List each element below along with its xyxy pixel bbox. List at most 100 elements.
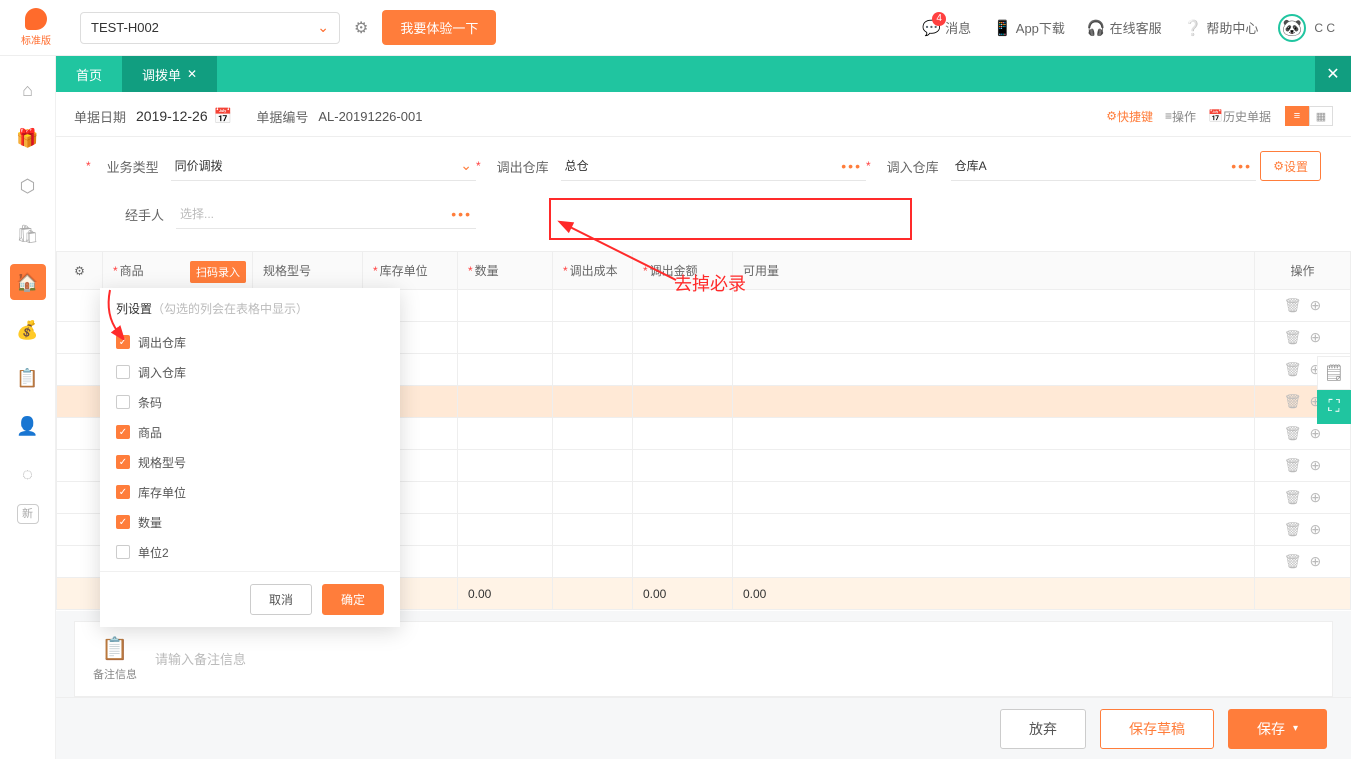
view-list-icon[interactable]: ≡: [1285, 106, 1309, 126]
tabs: 首页 调拨单 ✕ ✕: [56, 56, 1351, 92]
phone-icon: 📱: [993, 19, 1012, 37]
column-option[interactable]: ✓库存单位: [116, 477, 384, 507]
sidebar-bag-icon[interactable]: 🛍: [10, 216, 46, 252]
sidebar: ⌂ 🎁 ⬡ 🛍 🏠 💰 📋 👤 ◌ 新: [0, 56, 56, 759]
in-wh-label: 调入仓库: [875, 157, 939, 176]
discard-button[interactable]: 放弃: [1000, 709, 1086, 749]
project-settings-gear-icon[interactable]: ⚙: [354, 18, 368, 38]
headset-icon: 🎧: [1087, 19, 1106, 37]
delete-row-icon[interactable]: 🗑: [1284, 329, 1302, 345]
insert-row-icon[interactable]: ⊕: [1310, 457, 1322, 473]
delete-row-icon[interactable]: 🗑: [1284, 457, 1302, 473]
footer: 放弃 保存草稿 保存▾: [56, 697, 1351, 759]
column-option-label: 条码: [138, 394, 162, 411]
col-spec: 规格型号: [253, 252, 363, 290]
sidebar-money-icon[interactable]: 💰: [10, 312, 46, 348]
column-option[interactable]: ✓商品: [116, 417, 384, 447]
insert-row-icon[interactable]: ⊕: [1310, 425, 1322, 441]
settings-button[interactable]: ⚙ 设置: [1260, 151, 1321, 181]
sidebar-home-icon[interactable]: ⌂: [10, 72, 46, 108]
out-warehouse-field[interactable]: * 调出仓库 总仓 •••: [476, 151, 866, 181]
delete-row-icon[interactable]: 🗑: [1284, 393, 1302, 409]
column-option[interactable]: 单位2: [116, 537, 384, 563]
right-float: 🗒 ⛶: [1317, 356, 1351, 424]
view-grid-icon[interactable]: ▦: [1309, 106, 1333, 126]
delete-row-icon[interactable]: 🗑: [1284, 425, 1302, 441]
messages-label: 消息: [945, 18, 971, 37]
support-action[interactable]: 🎧 在线客服: [1087, 18, 1162, 37]
more-icon[interactable]: •••: [451, 206, 472, 222]
tab-transfer-label: 调拨单: [142, 65, 181, 84]
delete-row-icon[interactable]: 🗑: [1284, 297, 1302, 313]
trial-button[interactable]: 我要体验一下: [382, 10, 496, 45]
app-download-action[interactable]: 📱 App下载: [993, 18, 1065, 37]
calendar-icon[interactable]: 📅: [214, 107, 233, 125]
sidebar-loading-icon[interactable]: ◌: [10, 456, 46, 492]
sidebar-warehouse-icon[interactable]: 🏠: [10, 264, 46, 300]
remark-input[interactable]: [155, 652, 1314, 667]
support-label: 在线客服: [1110, 18, 1162, 37]
biz-type-label: 业务类型: [95, 157, 159, 176]
col-product: *商品扫码录入: [103, 252, 253, 290]
insert-row-icon[interactable]: ⊕: [1310, 297, 1322, 313]
biz-type-field[interactable]: * 业务类型 同价调拨 ⌄: [86, 151, 476, 181]
insert-row-icon[interactable]: ⊕: [1310, 521, 1322, 537]
insert-row-icon[interactable]: ⊕: [1310, 553, 1322, 569]
delete-row-icon[interactable]: 🗑: [1284, 361, 1302, 377]
col-ops: 操作: [1255, 252, 1351, 290]
help-action[interactable]: ❔ 帮助中心: [1184, 18, 1259, 37]
sidebar-contact-icon[interactable]: 👤: [10, 408, 46, 444]
tab-close-icon[interactable]: ✕: [187, 67, 197, 81]
checkbox-icon: ✓: [116, 455, 130, 469]
more-icon[interactable]: •••: [1231, 158, 1252, 174]
history-link[interactable]: 📅 历史单据: [1208, 108, 1271, 125]
docno-value: AL-20191226-001: [318, 109, 422, 124]
column-option[interactable]: 条码: [116, 387, 384, 417]
total-available: 0.00: [733, 578, 1255, 610]
col-qty: *数量: [458, 252, 553, 290]
doc-header: 单据日期 2019-12-26 📅 单据编号 AL-20191226-001 ⚙…: [56, 92, 1351, 137]
tab-home[interactable]: 首页: [56, 56, 122, 92]
sidebar-new-icon[interactable]: 新: [17, 504, 39, 524]
messages-action[interactable]: 💬 消息 4: [922, 18, 971, 37]
float-expand-icon[interactable]: ⛶: [1317, 390, 1351, 424]
date-value[interactable]: 2019-12-26: [136, 108, 208, 124]
delete-row-icon[interactable]: 🗑: [1284, 521, 1302, 537]
tab-transfer[interactable]: 调拨单 ✕: [122, 56, 217, 92]
logo[interactable]: 标准版: [16, 8, 56, 48]
sidebar-price-icon[interactable]: ⬡: [10, 168, 46, 204]
help-label: 帮助中心: [1206, 18, 1258, 37]
checkbox-icon: ✓: [116, 515, 130, 529]
handler-label: 经手人: [86, 205, 164, 224]
column-option[interactable]: ✓规格型号: [116, 447, 384, 477]
column-option-label: 库存单位: [138, 484, 186, 501]
column-option[interactable]: 调入仓库: [116, 357, 384, 387]
save-button[interactable]: 保存▾: [1228, 709, 1327, 749]
handler-field[interactable]: 经手人 选择... •••: [86, 199, 476, 229]
popup-cancel-button[interactable]: 取消: [250, 584, 312, 615]
column-settings-gear[interactable]: ⚙: [57, 252, 103, 290]
column-option[interactable]: ✓调出仓库: [116, 327, 384, 357]
note-icon: 📋: [101, 636, 128, 662]
shortcut-link[interactable]: ⚙ 快捷键: [1106, 108, 1153, 125]
avatar[interactable]: 🐼: [1278, 14, 1306, 42]
operate-link[interactable]: ≡ 操作: [1165, 108, 1196, 125]
save-draft-button[interactable]: 保存草稿: [1100, 709, 1214, 749]
tabs-close-all[interactable]: ✕: [1315, 56, 1351, 92]
sidebar-gift-icon[interactable]: 🎁: [10, 120, 46, 156]
checkbox-icon: [116, 545, 130, 559]
popup-ok-button[interactable]: 确定: [322, 584, 384, 615]
column-option-label: 商品: [138, 424, 162, 441]
more-icon[interactable]: •••: [841, 158, 862, 174]
delete-row-icon[interactable]: 🗑: [1284, 489, 1302, 505]
column-option[interactable]: ✓数量: [116, 507, 384, 537]
project-selector[interactable]: TEST-H002 ⌄: [80, 12, 340, 44]
insert-row-icon[interactable]: ⊕: [1310, 329, 1322, 345]
in-warehouse-field[interactable]: * 调入仓库 仓库A •••: [866, 151, 1256, 181]
float-note-icon[interactable]: 🗒: [1317, 356, 1351, 390]
view-toggle: ≡ ▦: [1285, 106, 1333, 126]
insert-row-icon[interactable]: ⊕: [1310, 489, 1322, 505]
delete-row-icon[interactable]: 🗑: [1284, 553, 1302, 569]
sidebar-clipboard-icon[interactable]: 📋: [10, 360, 46, 396]
scan-badge[interactable]: 扫码录入: [190, 261, 246, 283]
